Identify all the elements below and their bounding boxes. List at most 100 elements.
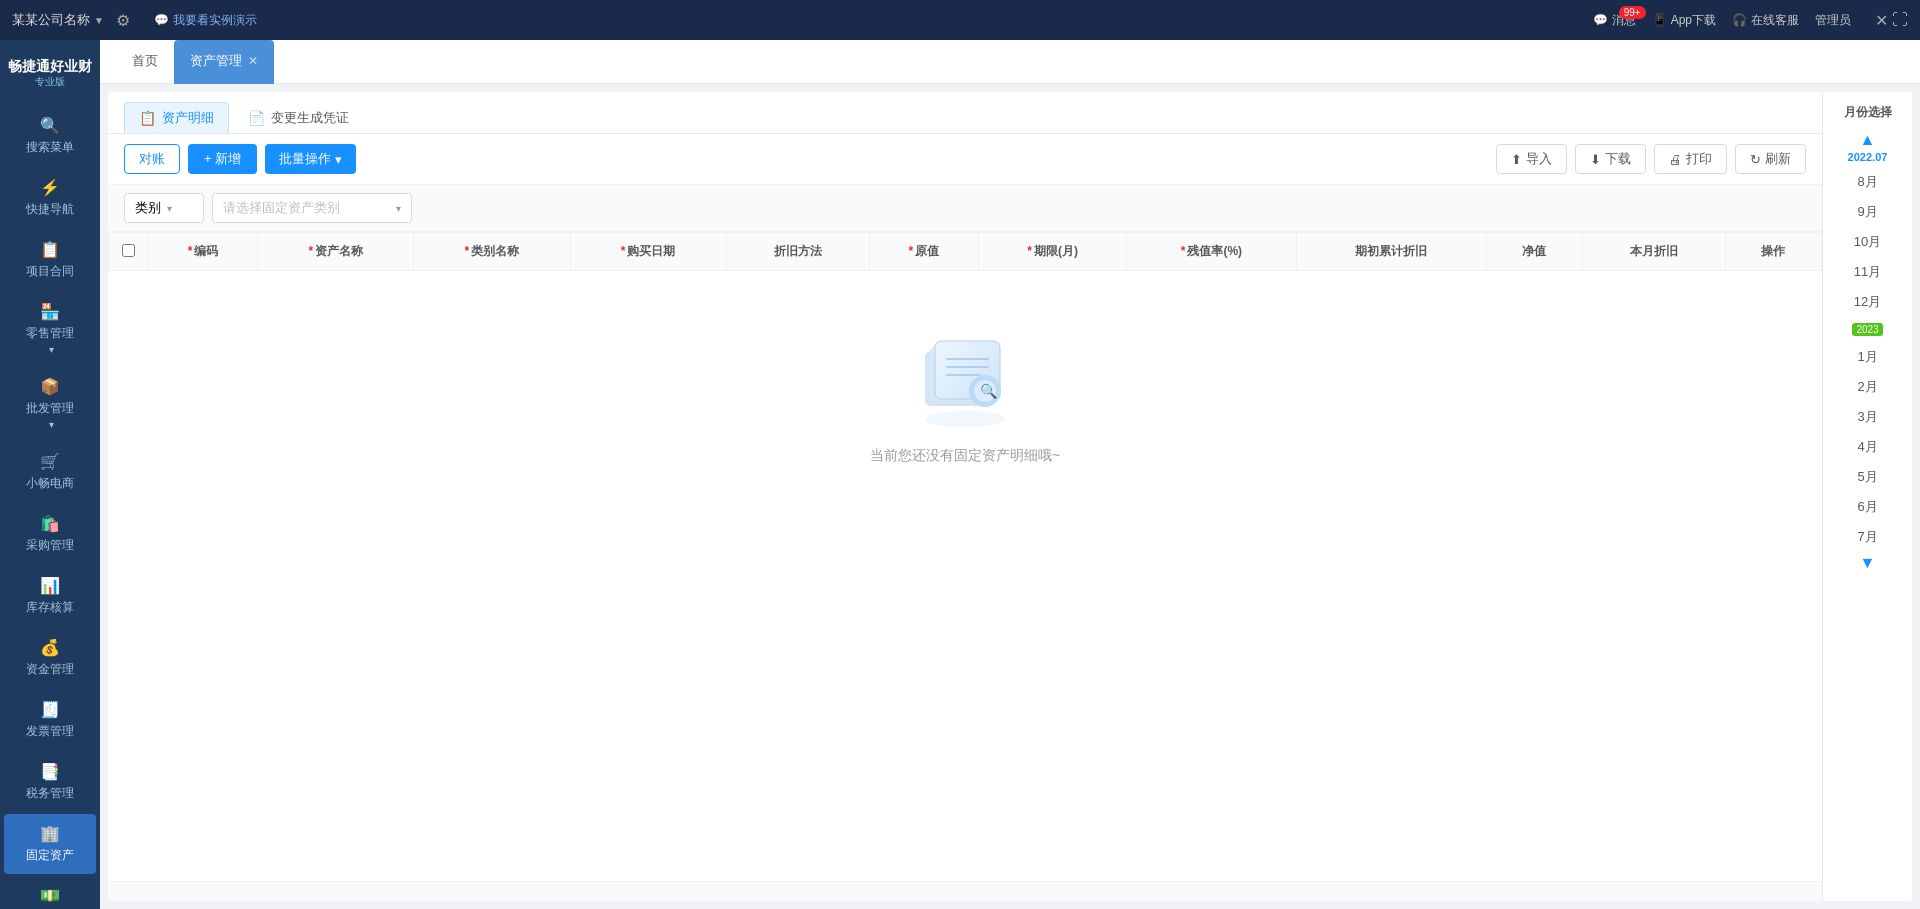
subtab-asset-detail-label: 资产明细 xyxy=(162,109,214,127)
sidebar-item-label: 库存核算 xyxy=(26,599,74,616)
category-type-select[interactable]: 类别 ▾ xyxy=(124,193,204,223)
tab-asset-label: 资产管理 xyxy=(190,52,242,70)
checkbox-header[interactable] xyxy=(109,233,149,271)
refresh-button[interactable]: ↻ 刷新 xyxy=(1735,144,1806,174)
month-up-button[interactable]: ▲ xyxy=(1852,129,1884,151)
sidebar-item-search[interactable]: 🔍 搜索菜单 xyxy=(4,106,96,166)
sidebar-item-label: 采购管理 xyxy=(26,537,74,554)
online-service-button[interactable]: 🎧 在线客服 xyxy=(1732,12,1799,29)
app-download-button[interactable]: 📱 App下载 xyxy=(1652,12,1716,29)
tab-home-label: 首页 xyxy=(132,52,158,70)
sidebar-item-fixed-assets[interactable]: 🏢 固定资产 xyxy=(4,814,96,874)
sidebar-item-label: 搜索菜单 xyxy=(26,139,74,156)
month-5[interactable]: 5月 xyxy=(1823,462,1912,492)
sidebar-item-label: 批发管理 xyxy=(26,400,74,417)
filter-placeholder: 请选择固定资产类别 xyxy=(223,199,340,217)
sidebar-item-label: 小畅电商 xyxy=(26,475,74,492)
message-button[interactable]: 💬 消息 99+ xyxy=(1593,12,1636,29)
month-10[interactable]: 10月 xyxy=(1823,227,1912,257)
add-button[interactable]: + 新增 xyxy=(188,144,257,174)
month-6[interactable]: 6月 xyxy=(1823,492,1912,522)
select-all-checkbox[interactable] xyxy=(122,244,135,257)
svg-point-0 xyxy=(925,411,1005,427)
sidebar-item-purchase[interactable]: 🛍️ 采购管理 xyxy=(4,504,96,564)
top-bar: 某某公司名称 ▼ ⚙ 💬 我要看实例演示 💬 消息 99+ 📱 App下载 🎧 … xyxy=(0,0,1920,40)
sidebar-item-contract[interactable]: 📋 项目合同 xyxy=(4,230,96,290)
batch-button[interactable]: 批量操作 ▾ xyxy=(265,144,356,174)
tab-close-icon[interactable]: ✕ xyxy=(248,54,258,68)
empty-text: 当前您还没有固定资产明细哦~ xyxy=(870,447,1060,465)
month-9[interactable]: 9月 xyxy=(1823,197,1912,227)
chevron-right-icon: ▾ xyxy=(49,419,54,430)
th-operation: 操作 xyxy=(1725,233,1821,271)
print-button[interactable]: 🖨 打印 xyxy=(1654,144,1727,174)
tab-home[interactable]: 首页 xyxy=(116,40,174,84)
purchase-icon: 🛍️ xyxy=(40,514,60,533)
month-down-button[interactable]: ▼ xyxy=(1852,552,1884,574)
category-filter-input[interactable]: 请选择固定资产类别 ▾ xyxy=(212,193,412,223)
close-panel-icon[interactable]: ✕ xyxy=(1875,11,1888,30)
tab-asset-management[interactable]: 资产管理 ✕ xyxy=(174,40,274,84)
import-button[interactable]: ⬆ 导入 xyxy=(1496,144,1567,174)
toolbar: 对账 + 新增 批量操作 ▾ ⬆ 导入 ⬇ 下载 xyxy=(108,134,1822,185)
building-icon: 🏢 xyxy=(40,824,60,843)
payroll-icon: 💵 xyxy=(40,886,60,905)
settings-icon[interactable]: ⚙ xyxy=(116,11,130,30)
th-period: *期限(月) xyxy=(978,233,1126,271)
inner-content: 📋 资产明细 📄 变更生成凭证 对账 + 新增 批量操作 ▾ xyxy=(108,92,1822,901)
sidebar-item-finance[interactable]: 💰 资金管理 xyxy=(4,628,96,688)
inventory-icon: 📊 xyxy=(40,576,60,595)
current-year-label[interactable]: 2022.07 xyxy=(1848,151,1888,163)
month-panel: 月份选择 ▲ 2022.07 8月 9月 10月 11月 12月 2023 1月… xyxy=(1822,92,1912,901)
maximize-icon[interactable]: ⛶ xyxy=(1892,11,1908,29)
th-asset-name: *资产名称 xyxy=(258,233,414,271)
sidebar-item-ecommerce[interactable]: 🛒 小畅电商 xyxy=(4,442,96,502)
reconcile-button[interactable]: 对账 xyxy=(124,144,180,174)
sidebar-item-retail[interactable]: 🏪 零售管理 ▾ xyxy=(4,292,96,365)
chevron-down-icon: ▼ xyxy=(94,15,104,26)
month-12[interactable]: 12月 xyxy=(1823,287,1912,317)
sidebar-item-label: 固定资产 xyxy=(26,847,74,864)
month-1[interactable]: 1月 xyxy=(1823,342,1912,372)
th-residual-rate: *残值率(%) xyxy=(1127,233,1296,271)
brand: 畅捷通好业财 专业版 xyxy=(0,48,100,105)
sidebar-item-label: 发票管理 xyxy=(26,723,74,740)
subtab-change-voucher[interactable]: 📄 变更生成凭证 xyxy=(233,102,364,133)
invoice-icon: 🧾 xyxy=(40,700,60,719)
empty-illustration: 🔍 xyxy=(905,331,1025,431)
sidebar-item-tax[interactable]: 📑 税务管理 xyxy=(4,752,96,812)
month-2[interactable]: 2月 xyxy=(1823,372,1912,402)
company-selector[interactable]: 某某公司名称 ▼ xyxy=(12,11,104,29)
tax-icon: 📑 xyxy=(40,762,60,781)
download-button[interactable]: ⬇ 下载 xyxy=(1575,144,1646,174)
retail-icon: 🏪 xyxy=(40,302,60,321)
th-code: *编码 xyxy=(149,233,258,271)
subtab-change-voucher-label: 变更生成凭证 xyxy=(271,109,349,127)
finance-icon: 💰 xyxy=(40,638,60,657)
sidebar-item-label: 税务管理 xyxy=(26,785,74,802)
horizontal-scrollbar[interactable] xyxy=(108,881,1822,901)
wholesale-icon: 📦 xyxy=(40,377,60,396)
import-icon: ⬆ xyxy=(1511,152,1522,167)
month-8[interactable]: 8月 xyxy=(1823,167,1912,197)
message-icon: 💬 xyxy=(1593,13,1608,27)
tab-bar: 首页 资产管理 ✕ xyxy=(100,40,1920,84)
sidebar-item-wholesale[interactable]: 📦 批发管理 ▾ xyxy=(4,367,96,440)
month-4[interactable]: 4月 xyxy=(1823,432,1912,462)
th-original-value: *原值 xyxy=(869,233,978,271)
subtab-asset-detail[interactable]: 📋 资产明细 xyxy=(124,102,229,133)
th-category-name: *类别名称 xyxy=(414,233,570,271)
month-3[interactable]: 3月 xyxy=(1823,402,1912,432)
brand-sub: 专业版 xyxy=(8,75,92,89)
toolbar-right: ⬆ 导入 ⬇ 下载 🖨 打印 ↻ 刷新 xyxy=(1496,144,1806,174)
batch-label: 批量操作 xyxy=(279,150,331,168)
sidebar-item-payroll[interactable]: 💵 工资 xyxy=(4,876,96,909)
sidebar-item-quicknav[interactable]: ⚡ 快捷导航 xyxy=(4,168,96,228)
search-icon: 🔍 xyxy=(40,116,60,135)
demo-link[interactable]: 💬 我要看实例演示 xyxy=(154,12,257,29)
user-profile[interactable]: 管理员 xyxy=(1815,12,1851,29)
month-7[interactable]: 7月 xyxy=(1823,522,1912,552)
month-11[interactable]: 11月 xyxy=(1823,257,1912,287)
sidebar-item-inventory[interactable]: 📊 库存核算 xyxy=(4,566,96,626)
sidebar-item-invoice[interactable]: 🧾 发票管理 xyxy=(4,690,96,750)
